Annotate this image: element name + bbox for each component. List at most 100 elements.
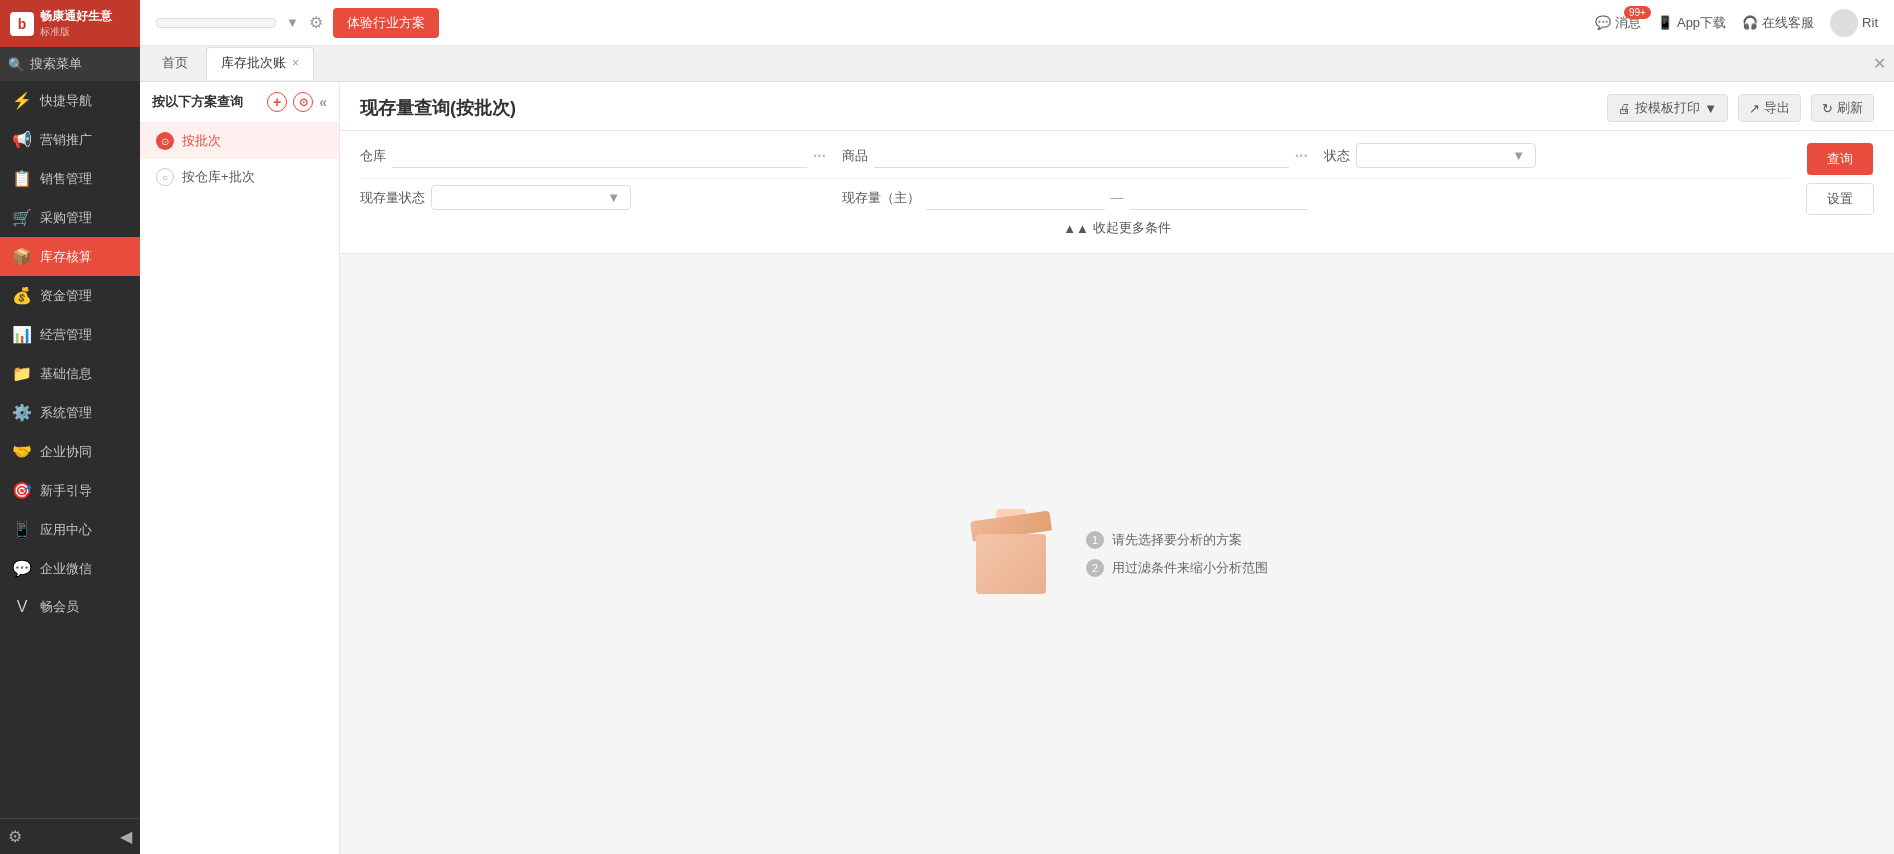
user-menu[interactable]: Rit xyxy=(1830,9,1878,37)
print-button[interactable]: 🖨 按模板打印 ▼ xyxy=(1607,94,1728,122)
sidebar-item-corp-wechat[interactable]: 💬 企业微信 xyxy=(0,549,140,588)
product-field: 商品 ··· xyxy=(842,144,1308,168)
nav-label-finance: 资金管理 xyxy=(40,287,92,305)
collapse-panel-icon[interactable]: « xyxy=(319,94,327,110)
settings-button[interactable]: 设置 xyxy=(1806,183,1874,215)
sidebar-item-purchase[interactable]: 🛒 采购管理 xyxy=(0,198,140,237)
filter-row-1: 仓库 ··· 商品 ··· 状态 xyxy=(360,143,1790,168)
trial-button[interactable]: 体验行业方案 xyxy=(333,8,439,38)
status-field: 状态 ▼ xyxy=(1324,143,1790,168)
page-title-actions: 🖨 按模板打印 ▼ ↗ 导出 ↻ 刷新 xyxy=(1607,94,1874,122)
status-select[interactable]: ▼ xyxy=(1356,143,1536,168)
topbar-chevron-icon[interactable]: ▼ xyxy=(286,15,299,30)
user-avatar xyxy=(1830,9,1858,37)
empty-illustration xyxy=(966,514,1056,594)
page-title-bar: 现存量查询(按批次) 🖨 按模板打印 ▼ ↗ 导出 ↻ 刷新 xyxy=(340,82,1894,131)
empty-step-2: 2 用过滤条件来缩小分析范围 xyxy=(1086,559,1268,577)
collapse-up-icon: ▲▲ xyxy=(1063,221,1089,236)
box-body-decor xyxy=(976,534,1046,594)
app-download-label: App下载 xyxy=(1677,14,1726,32)
sidebar-item-finance[interactable]: 💰 资金管理 xyxy=(0,276,140,315)
plan-active-icon: ⊙ xyxy=(156,132,174,150)
user-name: Rit xyxy=(1862,15,1878,30)
refresh-button[interactable]: ↻ 刷新 xyxy=(1811,94,1874,122)
status-chevron-icon: ▼ xyxy=(1512,148,1525,163)
empty-step-1-text: 请先选择要分析的方案 xyxy=(1112,531,1242,549)
tab-bar: 首页 库存批次账 × ✕ xyxy=(140,46,1894,82)
nav-label-member: 畅会员 xyxy=(40,598,79,616)
sidebar-item-quick-nav[interactable]: ⚡ 快捷导航 xyxy=(0,81,140,120)
nav-icon-sales: 📋 xyxy=(12,169,32,188)
content-area: 按以下方案查询 + ⊙ « ⊙ 按批次 ○ 按仓库+批次 xyxy=(140,82,1894,854)
inventory-amount-from[interactable] xyxy=(926,186,1105,210)
messages-button[interactable]: 💬 消息 99+ xyxy=(1595,14,1641,32)
collapse-more-label: 收起更多条件 xyxy=(1093,219,1171,237)
export-button[interactable]: ↗ 导出 xyxy=(1738,94,1801,122)
inventory-amount-field: 现存量（主） — xyxy=(842,186,1308,210)
product-dots[interactable]: ··· xyxy=(1295,147,1308,165)
inventory-amount-label: 现存量（主） xyxy=(842,189,920,207)
sidebar-header: b 畅康通好生意 标准版 xyxy=(0,0,140,47)
right-panel: 现存量查询(按批次) 🖨 按模板打印 ▼ ↗ 导出 ↻ 刷新 xyxy=(340,82,1894,854)
nav-label-operations: 经营管理 xyxy=(40,326,92,344)
panel-close-button[interactable]: ✕ xyxy=(1873,54,1886,73)
online-support-button[interactable]: 🎧 在线客服 xyxy=(1742,14,1814,32)
sidebar-version: 标准版 xyxy=(40,25,112,39)
collapse-more-button[interactable]: ▲▲ 收起更多条件 xyxy=(360,215,1874,241)
sidebar-item-basic-info[interactable]: 📁 基础信息 xyxy=(0,354,140,393)
nav-label-corp-wechat: 企业微信 xyxy=(40,560,92,578)
product-input[interactable] xyxy=(874,144,1289,168)
product-label: 商品 xyxy=(842,147,868,165)
settings-icon[interactable]: ⚙ xyxy=(8,827,22,846)
sidebar-item-inventory[interactable]: 📦 库存核算 xyxy=(0,237,140,276)
nav-label-app-center: 应用中心 xyxy=(40,521,92,539)
sidebar-item-app-center[interactable]: 📱 应用中心 xyxy=(0,510,140,549)
sidebar-item-new-guide[interactable]: 🎯 新手引导 xyxy=(0,471,140,510)
sidebar-search-label: 搜索菜单 xyxy=(30,55,82,73)
sidebar-item-system[interactable]: ⚙️ 系统管理 xyxy=(0,393,140,432)
nav-label-marketing: 营销推广 xyxy=(40,131,92,149)
nav-label-purchase: 采购管理 xyxy=(40,209,92,227)
sidebar-item-enterprise[interactable]: 🤝 企业协同 xyxy=(0,432,140,471)
sidebar-item-operations[interactable]: 📊 经营管理 xyxy=(0,315,140,354)
add-plan-button[interactable]: + xyxy=(267,92,287,112)
inventory-amount-to[interactable] xyxy=(1130,186,1309,210)
warehouse-input[interactable] xyxy=(392,144,807,168)
sidebar-search[interactable]: 🔍 搜索菜单 xyxy=(0,47,140,81)
empty-state: 1 请先选择要分析的方案 2 用过滤条件来缩小分析范围 xyxy=(340,254,1894,854)
sidebar-item-marketing[interactable]: 📢 营销推广 xyxy=(0,120,140,159)
nav-label-new-guide: 新手引导 xyxy=(40,482,92,500)
collapse-sidebar-icon[interactable]: ◀ xyxy=(120,827,132,846)
inventory-status-select[interactable]: ▼ xyxy=(431,185,631,210)
sidebar-company: 畅康通好生意 xyxy=(40,8,112,25)
app-download-button[interactable]: 📱 App下载 xyxy=(1657,14,1726,32)
sidebar-footer: ⚙ ◀ xyxy=(0,818,140,854)
plan-label-by-batch: 按批次 xyxy=(182,132,221,150)
topbar-settings-icon[interactable]: ⚙ xyxy=(309,13,323,32)
sidebar-item-sales[interactable]: 📋 销售管理 xyxy=(0,159,140,198)
sidebar: b 畅康通好生意 标准版 🔍 搜索菜单 ⚡ 快捷导航 📢 营销推广 📋 销售管理… xyxy=(0,0,140,854)
topbar-search-box[interactable] xyxy=(156,18,276,28)
nav-icon-new-guide: 🎯 xyxy=(12,481,32,500)
left-panel-title: 按以下方案查询 xyxy=(152,93,243,111)
message-icon: 💬 xyxy=(1595,15,1611,30)
nav-label-quick-nav: 快捷导航 xyxy=(40,92,92,110)
tab-inventory-batch[interactable]: 库存批次账 × xyxy=(206,47,314,80)
filter-row-2: 现存量状态 ▼ 现存量（主） — xyxy=(360,185,1790,210)
warehouse-dots[interactable]: ··· xyxy=(813,147,826,165)
plan-item-by-warehouse-batch[interactable]: ○ 按仓库+批次 xyxy=(140,159,339,195)
nav-label-basic-info: 基础信息 xyxy=(40,365,92,383)
nav-icon-finance: 💰 xyxy=(12,286,32,305)
nav-icon-app-center: 📱 xyxy=(12,520,32,539)
tab-home[interactable]: 首页 xyxy=(148,46,202,82)
app-icon: 📱 xyxy=(1657,15,1673,30)
inventory-status-label: 现存量状态 xyxy=(360,189,425,207)
tab-active-label: 库存批次账 xyxy=(221,54,286,72)
sidebar-item-member[interactable]: V 畅会员 xyxy=(0,588,140,626)
plan-settings-button[interactable]: ⊙ xyxy=(293,92,313,112)
plan-list: ⊙ 按批次 ○ 按仓库+批次 xyxy=(140,123,339,195)
plan-item-by-batch[interactable]: ⊙ 按批次 xyxy=(140,123,339,159)
query-button[interactable]: 查询 xyxy=(1807,143,1873,175)
nav-icon-purchase: 🛒 xyxy=(12,208,32,227)
tab-close-icon[interactable]: × xyxy=(292,56,299,70)
